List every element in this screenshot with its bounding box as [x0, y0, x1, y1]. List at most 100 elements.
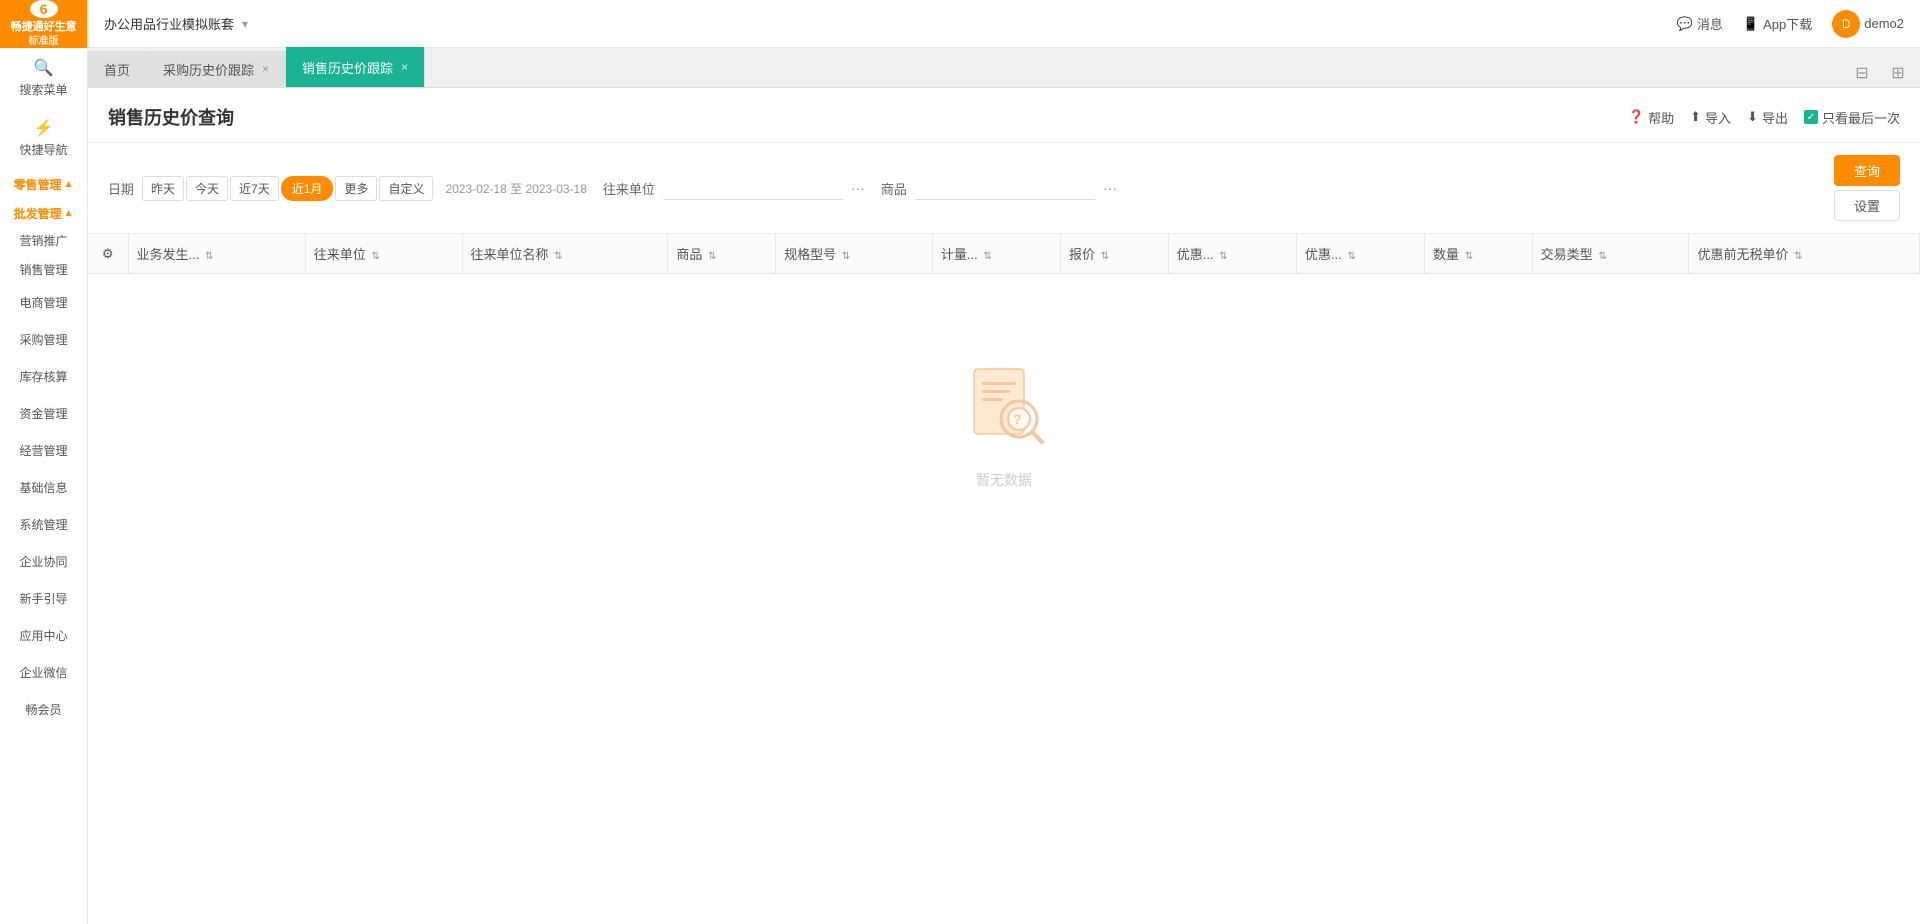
- col-quantity[interactable]: 数量 ⇅: [1424, 234, 1532, 274]
- tab-sales-history-label: 销售历史价跟踪: [302, 58, 393, 77]
- export-icon: ⬇: [1747, 109, 1758, 125]
- product-input[interactable]: [915, 176, 1095, 200]
- app-download-btn[interactable]: 📱 App下载: [1743, 14, 1812, 33]
- col-pretax-price-sort: ⇅: [1794, 251, 1802, 262]
- col-settings[interactable]: ⚙: [88, 234, 128, 274]
- user-profile-btn[interactable]: D demo2: [1832, 10, 1904, 38]
- sidebar-item-system[interactable]: 系统管理: [0, 506, 87, 543]
- tab-purchase-history-label: 采购历史价跟踪: [163, 60, 254, 79]
- sidebar-item-new-guide[interactable]: 新手引导: [0, 580, 87, 617]
- col-trade-type[interactable]: 交易类型 ⇅: [1532, 234, 1689, 274]
- tab-minimize-btn[interactable]: ⊟: [1848, 59, 1876, 87]
- query-btn[interactable]: 查询: [1834, 155, 1900, 186]
- partner-input[interactable]: [663, 176, 843, 200]
- date-filter-label: 日期: [108, 179, 134, 198]
- settings-btn[interactable]: 设置: [1834, 190, 1900, 221]
- col-discount2[interactable]: 优惠... ⇅: [1296, 234, 1424, 274]
- col-business-date[interactable]: 业务发生... ⇅: [128, 234, 305, 274]
- topbar-right: 💬 消息 📱 App下载 D demo2: [1677, 10, 1904, 38]
- col-trade-type-label: 交易类型: [1541, 247, 1593, 262]
- sidebar-item-ecommerce-mgmt[interactable]: 电商管理: [0, 284, 87, 321]
- import-label: 导入: [1705, 108, 1731, 127]
- col-price[interactable]: 报价 ⇅: [1061, 234, 1169, 274]
- enterprise-collab-label: 企业协同: [19, 553, 67, 570]
- tab-maximize-btn[interactable]: ⊞: [1884, 59, 1912, 87]
- table-head: ⚙ 业务发生... ⇅ 往来单位 ⇅ 往来单位名称 ⇅: [88, 234, 1920, 274]
- col-partner-name[interactable]: 往来单位名称 ⇅: [462, 234, 668, 274]
- sidebar-item-basic-info[interactable]: 基础信息: [0, 469, 87, 506]
- col-partner-code[interactable]: 往来单位 ⇅: [305, 234, 462, 274]
- sidebar-item-app-center[interactable]: 应用中心: [0, 617, 87, 654]
- sidebar-item-retail-mgmt[interactable]: 零售管理 ▲: [0, 168, 87, 197]
- date-btn-yesterday[interactable]: 昨天: [142, 176, 184, 201]
- date-filter-group: 日期 昨天 今天 近7天 近1月 更多 自定义 2023-02-18 至 202…: [108, 176, 587, 201]
- col-discount1[interactable]: 优惠... ⇅: [1168, 234, 1296, 274]
- search-menu-icon: 🔍: [34, 58, 54, 78]
- product-filter-label: 商品: [881, 179, 907, 198]
- app-download-label: App下载: [1763, 14, 1812, 33]
- message-icon: 💬: [1677, 16, 1693, 32]
- import-btn[interactable]: ⬆ 导入: [1690, 108, 1731, 127]
- tab-purchase-history-close[interactable]: ×: [262, 63, 269, 75]
- col-quantity-label: 数量: [1433, 247, 1459, 262]
- col-unit[interactable]: 计量... ⇅: [932, 234, 1060, 274]
- col-spec[interactable]: 规格型号 ⇅: [776, 234, 933, 274]
- only-last-checkbox-label[interactable]: ✓ 只看最后一次: [1804, 108, 1900, 127]
- col-product[interactable]: 商品 ⇅: [668, 234, 776, 274]
- only-last-checkbox[interactable]: ✓: [1804, 110, 1818, 124]
- date-btn-1month[interactable]: 近1月: [281, 176, 334, 201]
- export-btn[interactable]: ⬇ 导出: [1747, 108, 1788, 127]
- empty-state-icon: ?: [954, 354, 1054, 454]
- col-pretax-price[interactable]: 优惠前无税单价 ⇅: [1689, 234, 1920, 274]
- tab-sales-history-close[interactable]: ×: [401, 61, 408, 73]
- sidebar-item-sales-mgmt[interactable]: 销售管理: [0, 255, 87, 284]
- col-spec-label: 规格型号: [784, 247, 836, 262]
- product-dots-btn[interactable]: ···: [1103, 180, 1117, 196]
- help-btn[interactable]: ❓ 帮助: [1628, 108, 1674, 127]
- help-icon: ❓: [1628, 109, 1644, 125]
- import-icon: ⬆: [1690, 109, 1701, 125]
- col-partner-code-label: 往来单位: [314, 247, 366, 262]
- date-btn-7days[interactable]: 近7天: [230, 176, 279, 201]
- sidebar-item-enterprise-collab[interactable]: 企业协同: [0, 543, 87, 580]
- sidebar-item-finance[interactable]: 资金管理: [0, 395, 87, 432]
- col-price-sort: ⇅: [1101, 251, 1109, 262]
- date-options: 昨天 今天 近7天 近1月 更多 自定义: [142, 176, 433, 201]
- sidebar-item-wholesale-mgmt[interactable]: 批发管理 ▲: [0, 197, 87, 226]
- sidebar-item-marketing[interactable]: 营销推广: [0, 226, 87, 255]
- search-menu-label: 搜索菜单: [19, 81, 67, 98]
- sidebar-item-enterprise-wechat[interactable]: 企业微信: [0, 654, 87, 691]
- col-unit-sort: ⇅: [983, 251, 991, 262]
- topbar-dropdown-icon[interactable]: ▾: [242, 17, 248, 31]
- logo-text: 畅捷通好生意: [11, 20, 77, 34]
- col-partner-code-sort: ⇅: [371, 251, 379, 262]
- sidebar-item-member[interactable]: 畅会员: [0, 691, 87, 728]
- new-guide-label: 新手引导: [19, 590, 67, 607]
- date-btn-custom[interactable]: 自定义: [379, 176, 433, 201]
- sidebar-item-search-menu[interactable]: 🔍 搜索菜单: [0, 48, 87, 108]
- date-btn-today[interactable]: 今天: [186, 176, 228, 201]
- quick-nav-label: 快捷导航: [19, 141, 67, 158]
- user-avatar: D: [1832, 10, 1860, 38]
- partner-dots-btn[interactable]: ···: [851, 180, 865, 196]
- sidebar-item-quick-nav[interactable]: ⚡ 快捷导航: [0, 108, 87, 168]
- tab-purchase-history[interactable]: 采购历史价跟踪 ×: [147, 51, 286, 87]
- message-btn[interactable]: 💬 消息: [1677, 14, 1723, 33]
- filter-action-btns: 查询 设置: [1834, 155, 1900, 221]
- sidebar-item-purchase-mgmt[interactable]: 采购管理: [0, 321, 87, 358]
- sidebar-item-inventory[interactable]: 库存核算: [0, 358, 87, 395]
- enterprise-wechat-label: 企业微信: [19, 664, 67, 681]
- tab-sales-history[interactable]: 销售历史价跟踪 ×: [286, 47, 425, 87]
- date-btn-more[interactable]: 更多: [335, 176, 377, 201]
- marketing-label: 营销推广: [19, 234, 67, 248]
- tab-home[interactable]: 首页: [88, 51, 147, 87]
- col-pretax-price-label: 优惠前无税单价: [1697, 247, 1788, 262]
- settings-icon: ⚙: [102, 246, 114, 261]
- partner-filter-label: 往来单位: [603, 179, 655, 198]
- page-content: 销售历史价查询 ❓ 帮助 ⬆ 导入 ⬇ 导出 ✓ 只看最后一次: [88, 88, 1920, 924]
- topbar: 办公用品行业模拟账套 ▾ 💬 消息 📱 App下载 D demo2: [88, 0, 1920, 48]
- sidebar-item-operations[interactable]: 经营管理: [0, 432, 87, 469]
- col-business-date-sort: ⇅: [205, 251, 213, 262]
- page-actions: ❓ 帮助 ⬆ 导入 ⬇ 导出 ✓ 只看最后一次: [1628, 108, 1900, 127]
- topbar-left: 办公用品行业模拟账套 ▾: [104, 14, 248, 33]
